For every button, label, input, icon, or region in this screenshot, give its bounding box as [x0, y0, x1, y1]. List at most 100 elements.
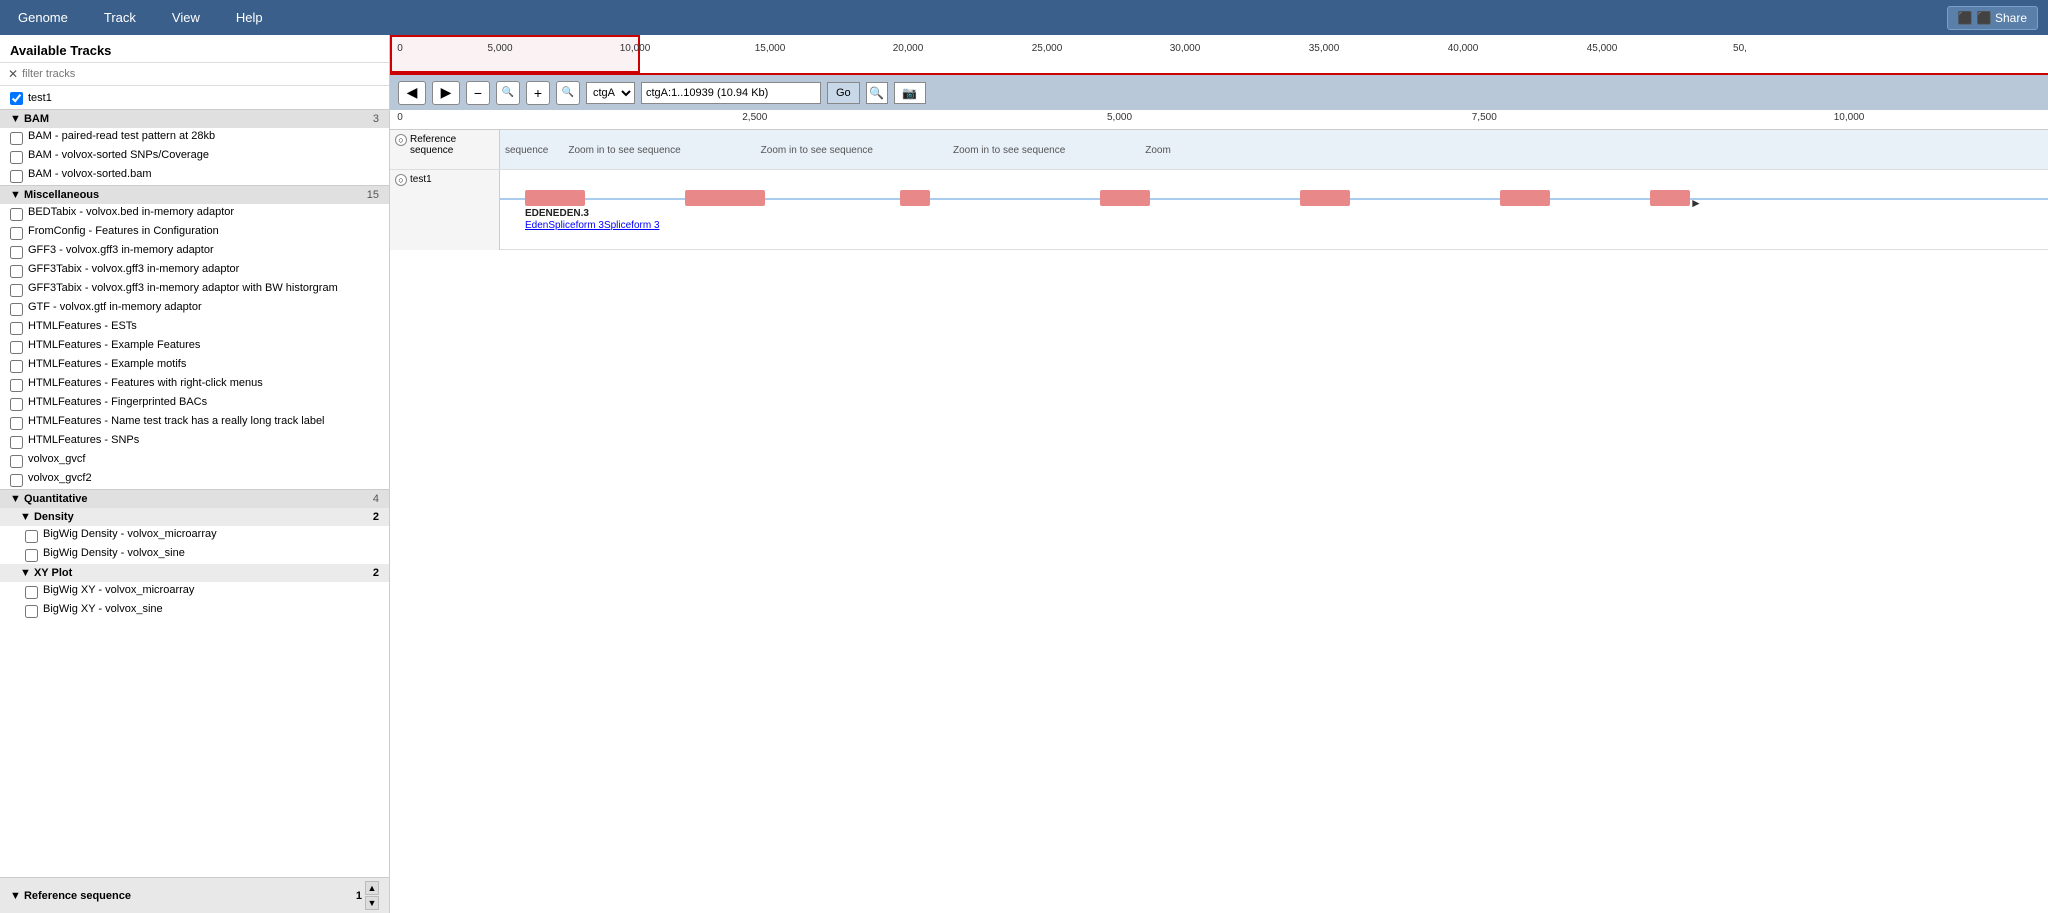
cb-misc3[interactable] — [10, 265, 23, 278]
track-misc-8[interactable]: HTMLFeatures - Example motifs — [0, 356, 389, 375]
track-misc-5[interactable]: GTF - volvox.gtf in-memory adaptor — [0, 299, 389, 318]
ref-seq-zoom1: Zoom in to see sequence — [568, 145, 680, 156]
track-misc-13[interactable]: volvox_gvcf — [0, 451, 389, 470]
track-checkbox-bam3[interactable] — [10, 170, 23, 183]
track-xy-0[interactable]: BigWig XY - volvox_microarray — [0, 582, 389, 601]
exon-block-1[interactable] — [525, 190, 585, 206]
track-density-1[interactable]: BigWig Density - volvox_sine — [0, 545, 389, 564]
ruler-label-6: 30,000 — [1170, 43, 1201, 54]
cb-misc14[interactable] — [10, 474, 23, 487]
cb-misc11[interactable] — [10, 417, 23, 430]
cb-xy0[interactable] — [25, 586, 38, 599]
label-misc13: volvox_gvcf — [28, 453, 85, 465]
zoom-in-button[interactable]: + — [526, 81, 550, 105]
section-misc[interactable]: ▼ Miscellaneous 15 — [0, 185, 389, 204]
track-misc-11[interactable]: HTMLFeatures - Name test track has a rea… — [0, 413, 389, 432]
cb-misc0[interactable] — [10, 208, 23, 221]
track-misc-14[interactable]: volvox_gvcf2 — [0, 470, 389, 489]
cb-density0[interactable] — [25, 530, 38, 543]
track-bam-3[interactable]: BAM - volvox-sorted.bam — [0, 166, 389, 185]
track-checkbox-test1[interactable] — [10, 92, 23, 105]
menu-genome[interactable]: Genome — [10, 6, 76, 29]
cb-density1[interactable] — [25, 549, 38, 562]
test1-data-cell[interactable]: ► EDENEDEN.3 EdenSpliceform 3Spliceform … — [500, 170, 2048, 250]
location-input[interactable] — [641, 82, 821, 104]
track-misc-3[interactable]: GFF3Tabix - volvox.gff3 in-memory adapto… — [0, 261, 389, 280]
track-checkbox-bam1[interactable] — [10, 132, 23, 145]
tracks-list: test1 ▼ BAM 3 BAM - paired-read test pat… — [0, 86, 389, 877]
cb-xy1[interactable] — [25, 605, 38, 618]
cb-misc2[interactable] — [10, 246, 23, 259]
cb-misc9[interactable] — [10, 379, 23, 392]
menu-track[interactable]: Track — [96, 6, 144, 29]
exon-block-4[interactable] — [1100, 190, 1150, 206]
track-misc-10[interactable]: HTMLFeatures - Fingerprinted BACs — [0, 394, 389, 413]
ruler-area: 0 5,000 10,000 15,000 20,000 25,000 30,0… — [390, 35, 2048, 75]
test1-expand-icon[interactable]: ○ — [395, 174, 407, 186]
section-bam[interactable]: ▼ BAM 3 — [0, 109, 389, 128]
scroll-up-arrow[interactable]: ▲ — [365, 881, 379, 895]
back-button[interactable]: ◀ — [398, 81, 426, 105]
cb-misc4[interactable] — [10, 284, 23, 297]
cb-misc6[interactable] — [10, 322, 23, 335]
menu-view[interactable]: View — [164, 6, 208, 29]
sub-ruler-3: 7,500 — [1472, 112, 1497, 123]
scroll-down-arrow[interactable]: ▼ — [365, 896, 379, 910]
cb-misc13[interactable] — [10, 455, 23, 468]
splice-label[interactable]: EdenSpliceform 3Spliceform 3 — [525, 220, 660, 231]
exon-block-7[interactable] — [1650, 190, 1690, 206]
exon-block-6[interactable] — [1500, 190, 1550, 206]
cb-misc10[interactable] — [10, 398, 23, 411]
exon-block-5[interactable] — [1300, 190, 1350, 206]
subsection-xy[interactable]: ▼ XY Plot 2 — [0, 564, 389, 582]
track-misc-9[interactable]: HTMLFeatures - Features with right-click… — [0, 375, 389, 394]
filter-input[interactable] — [22, 68, 381, 80]
track-density-0[interactable]: BigWig Density - volvox_microarray — [0, 526, 389, 545]
exon-block-3[interactable] — [900, 190, 930, 206]
cb-misc12[interactable] — [10, 436, 23, 449]
track-misc-4[interactable]: GFF3Tabix - volvox.gff3 in-memory adapto… — [0, 280, 389, 299]
share-icon: ⬛ — [1958, 11, 1973, 25]
go-button[interactable]: Go — [827, 82, 860, 104]
exon-block-2[interactable] — [685, 190, 765, 206]
track-bam-2[interactable]: BAM - volvox-sorted SNPs/Coverage — [0, 147, 389, 166]
label-xy0: BigWig XY - volvox_microarray — [43, 584, 194, 596]
filter-row: ✕ — [0, 63, 389, 86]
cb-misc8[interactable] — [10, 360, 23, 373]
chromosome-select[interactable]: ctgA — [586, 82, 635, 104]
ruler-label-3: 15,000 — [755, 43, 786, 54]
search-icon-button[interactable]: 🔍 — [866, 82, 888, 104]
zoom-out2-button[interactable]: 🔍 — [496, 81, 520, 105]
gene-name-text: EDEN — [525, 208, 553, 219]
track-misc-7[interactable]: HTMLFeatures - Example Features — [0, 337, 389, 356]
track-misc-6[interactable]: HTMLFeatures - ESTs — [0, 318, 389, 337]
screenshot-button[interactable]: 📷 — [894, 82, 926, 104]
sub-ruler-4: 10,000 — [1834, 112, 1865, 123]
forward-button[interactable]: ▶ — [432, 81, 460, 105]
checked-track-test1[interactable]: test1 — [0, 86, 389, 109]
label-misc12: HTMLFeatures - SNPs — [28, 434, 139, 446]
track-xy-1[interactable]: BigWig XY - volvox_sine — [0, 601, 389, 620]
left-panel: Available Tracks ✕ test1 ▼ BAM 3 BAM - p… — [0, 35, 390, 913]
track-misc-12[interactable]: HTMLFeatures - SNPs — [0, 432, 389, 451]
track-misc-2[interactable]: GFF3 - volvox.gff3 in-memory adaptor — [0, 242, 389, 261]
ref-seq-content-seq: sequence — [500, 145, 548, 156]
track-misc-1[interactable]: FromConfig - Features in Configuration — [0, 223, 389, 242]
cb-misc1[interactable] — [10, 227, 23, 240]
track-misc-0[interactable]: BEDTabix - volvox.bed in-memory adaptor — [0, 204, 389, 223]
test1-label-cell: ○ test1 — [390, 170, 500, 250]
ref-seq-expand-icon[interactable]: ○ — [395, 134, 407, 146]
track-checkbox-bam2[interactable] — [10, 151, 23, 164]
bottom-section: ▼ Reference sequence 1 ▲ ▼ — [0, 877, 389, 913]
ruler-label-2: 10,000 — [620, 43, 651, 54]
cb-misc5[interactable] — [10, 303, 23, 316]
menu-help[interactable]: Help — [228, 6, 271, 29]
zoom-out-button[interactable]: − — [466, 81, 490, 105]
share-button[interactable]: ⬛ ⬛ Share — [1947, 6, 2038, 30]
section-quant[interactable]: ▼ Quantitative 4 — [0, 489, 389, 508]
filter-clear-icon[interactable]: ✕ — [8, 67, 18, 81]
track-bam-1[interactable]: BAM - paired-read test pattern at 28kb — [0, 128, 389, 147]
zoom-in2-button[interactable]: 🔍 — [556, 81, 580, 105]
cb-misc7[interactable] — [10, 341, 23, 354]
subsection-density[interactable]: ▼ Density 2 — [0, 508, 389, 526]
